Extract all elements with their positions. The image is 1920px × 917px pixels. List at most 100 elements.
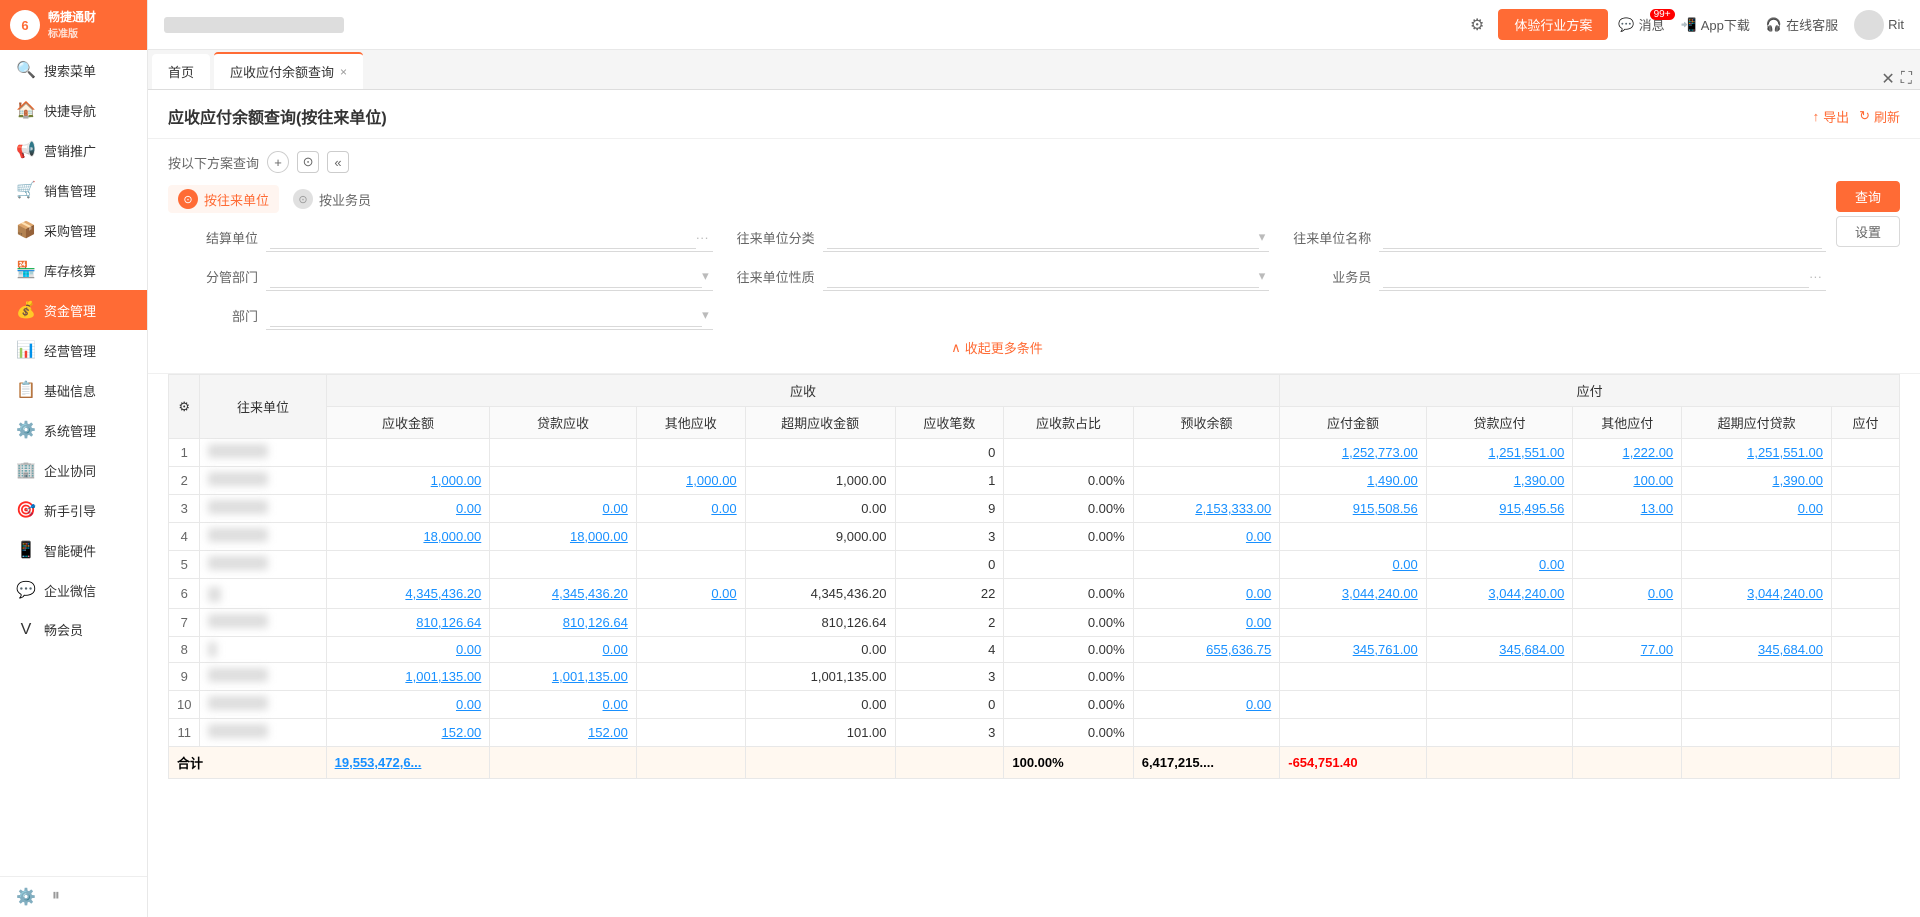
close-window-icon[interactable]: ✕: [1881, 69, 1894, 89]
row-other-recv[interactable]: 1,000.00: [636, 467, 745, 495]
partner-category-input[interactable]: [827, 225, 1259, 249]
online-service-item[interactable]: 🎧 在线客服: [1766, 15, 1838, 34]
sidebar-item-purchase[interactable]: 📦采购管理: [0, 210, 147, 250]
row-overdue-pay[interactable]: [1682, 663, 1832, 691]
row-other-pay[interactable]: [1573, 719, 1682, 747]
sidebar-item-weixin[interactable]: 💬企业微信: [0, 570, 147, 610]
sidebar-item-inventory[interactable]: 🏪库存核算: [0, 250, 147, 290]
salesman-dots-icon[interactable]: ···: [1809, 269, 1822, 284]
row-recv-amt[interactable]: 1,000.00: [326, 467, 490, 495]
dept-input[interactable]: [270, 303, 702, 327]
sidebar-item-quick[interactable]: 🏠快捷导航: [0, 90, 147, 130]
gear-icon[interactable]: ⚙: [1470, 15, 1484, 35]
row-loan-pay[interactable]: 1,390.00: [1426, 467, 1573, 495]
settlement-unit-input-wrap[interactable]: ···: [266, 223, 713, 252]
sidebar-item-member[interactable]: V畅会员: [0, 610, 147, 649]
row-pay-amt[interactable]: 1,252,773.00: [1280, 439, 1427, 467]
row-other-recv[interactable]: [636, 551, 745, 579]
row-other-recv[interactable]: [636, 637, 745, 663]
row-recv-amt[interactable]: 4,345,436.20: [326, 579, 490, 609]
row-pay-amt[interactable]: 1,490.00: [1280, 467, 1427, 495]
filter-add-button[interactable]: +: [267, 151, 289, 173]
app-download-item[interactable]: 📲 App下载: [1681, 15, 1750, 34]
row-loan-pay[interactable]: 345,684.00: [1426, 637, 1573, 663]
filter-scheme-btn-1[interactable]: ⊙: [297, 151, 319, 173]
row-loan-recv[interactable]: 1,001,135.00: [490, 663, 637, 691]
sidebar-item-hardware[interactable]: 📱智能硬件: [0, 530, 147, 570]
query-button[interactable]: 查询: [1836, 181, 1900, 212]
partner-name-input[interactable]: [1383, 225, 1822, 249]
partner-nature-input[interactable]: [827, 264, 1259, 288]
row-recv-amt[interactable]: 18,000.00: [326, 523, 490, 551]
row-overdue-pay[interactable]: [1682, 523, 1832, 551]
dept-manager-input[interactable]: [270, 264, 702, 288]
row-other-recv[interactable]: [636, 691, 745, 719]
row-loan-pay[interactable]: [1426, 523, 1573, 551]
row-recv-amt[interactable]: 1,001,135.00: [326, 663, 490, 691]
row-loan-pay[interactable]: 915,495.56: [1426, 495, 1573, 523]
maximize-icon[interactable]: ⛶: [1901, 70, 1912, 88]
row-overdue-pay[interactable]: [1682, 551, 1832, 579]
salesman-input-wrap[interactable]: ···: [1379, 262, 1826, 291]
row-pay-amt[interactable]: [1280, 663, 1427, 691]
row-pay-amt[interactable]: [1280, 691, 1427, 719]
row-prepay-bal[interactable]: 0.00: [1133, 609, 1280, 637]
sidebar-item-sales[interactable]: 🛒销售管理: [0, 170, 147, 210]
row-other-pay[interactable]: 0.00: [1573, 579, 1682, 609]
tab-home[interactable]: 首页: [152, 54, 210, 89]
row-loan-recv[interactable]: [490, 551, 637, 579]
dept-arrow[interactable]: ▾: [702, 307, 709, 323]
row-recv-amt[interactable]: 0.00: [326, 495, 490, 523]
dept-manager-input-wrap[interactable]: ▾: [266, 262, 713, 291]
sidebar-item-marketing[interactable]: 📢营销推广: [0, 130, 147, 170]
row-prepay-bal[interactable]: [1133, 719, 1280, 747]
dept-manager-arrow[interactable]: ▾: [702, 268, 709, 284]
row-loan-recv[interactable]: 0.00: [490, 691, 637, 719]
sub-filter-by-partner[interactable]: ⊙ 按往来单位: [168, 185, 279, 213]
message-icon-item[interactable]: 💬 消息 99+: [1618, 15, 1664, 34]
row-overdue-pay[interactable]: 3,044,240.00: [1682, 579, 1832, 609]
set-button[interactable]: 设置: [1836, 216, 1900, 247]
row-other-pay[interactable]: [1573, 663, 1682, 691]
sidebar-item-operation[interactable]: 📊经营管理: [0, 330, 147, 370]
row-other-pay[interactable]: 77.00: [1573, 637, 1682, 663]
filter-scheme-btn-2[interactable]: «: [327, 151, 349, 173]
row-loan-pay[interactable]: [1426, 719, 1573, 747]
row-overdue-pay[interactable]: [1682, 609, 1832, 637]
row-prepay-bal[interactable]: [1133, 551, 1280, 579]
row-overdue-pay[interactable]: [1682, 691, 1832, 719]
partner-nature-arrow[interactable]: ▾: [1259, 268, 1266, 284]
row-pay-amt[interactable]: [1280, 523, 1427, 551]
row-other-recv[interactable]: [636, 523, 745, 551]
row-prepay-bal[interactable]: 0.00: [1133, 691, 1280, 719]
settlement-dots-icon[interactable]: ···: [696, 230, 709, 245]
row-pay-amt[interactable]: [1280, 719, 1427, 747]
sidebar-item-guide[interactable]: 🎯新手引导: [0, 490, 147, 530]
row-recv-amt[interactable]: [326, 551, 490, 579]
row-other-pay[interactable]: 13.00: [1573, 495, 1682, 523]
row-other-recv[interactable]: [636, 609, 745, 637]
row-recv-amt[interactable]: 152.00: [326, 719, 490, 747]
row-loan-recv[interactable]: 0.00: [490, 495, 637, 523]
sidebar-item-basic[interactable]: 📋基础信息: [0, 370, 147, 410]
footer-recv-total[interactable]: 19,553,472,6...: [326, 747, 490, 779]
row-recv-amt[interactable]: 0.00: [326, 637, 490, 663]
row-other-pay[interactable]: [1573, 609, 1682, 637]
row-other-pay[interactable]: [1573, 523, 1682, 551]
row-loan-pay[interactable]: 0.00: [1426, 551, 1573, 579]
settlement-unit-input[interactable]: [270, 225, 696, 249]
row-loan-recv[interactable]: 810,126.64: [490, 609, 637, 637]
row-prepay-bal[interactable]: 0.00: [1133, 579, 1280, 609]
row-overdue-pay[interactable]: [1682, 719, 1832, 747]
sidebar-item-enterprise[interactable]: 🏢企业协同: [0, 450, 147, 490]
row-overdue-pay[interactable]: 1,251,551.00: [1682, 439, 1832, 467]
row-overdue-pay[interactable]: 0.00: [1682, 495, 1832, 523]
row-other-recv[interactable]: [636, 439, 745, 467]
row-other-recv[interactable]: [636, 719, 745, 747]
row-recv-amt[interactable]: 0.00: [326, 691, 490, 719]
row-pay-amt[interactable]: 3,044,240.00: [1280, 579, 1427, 609]
sidebar-item-finance[interactable]: 💰资金管理: [0, 290, 147, 330]
row-loan-recv[interactable]: [490, 467, 637, 495]
row-recv-amt[interactable]: 810,126.64: [326, 609, 490, 637]
row-loan-pay[interactable]: 3,044,240.00: [1426, 579, 1573, 609]
